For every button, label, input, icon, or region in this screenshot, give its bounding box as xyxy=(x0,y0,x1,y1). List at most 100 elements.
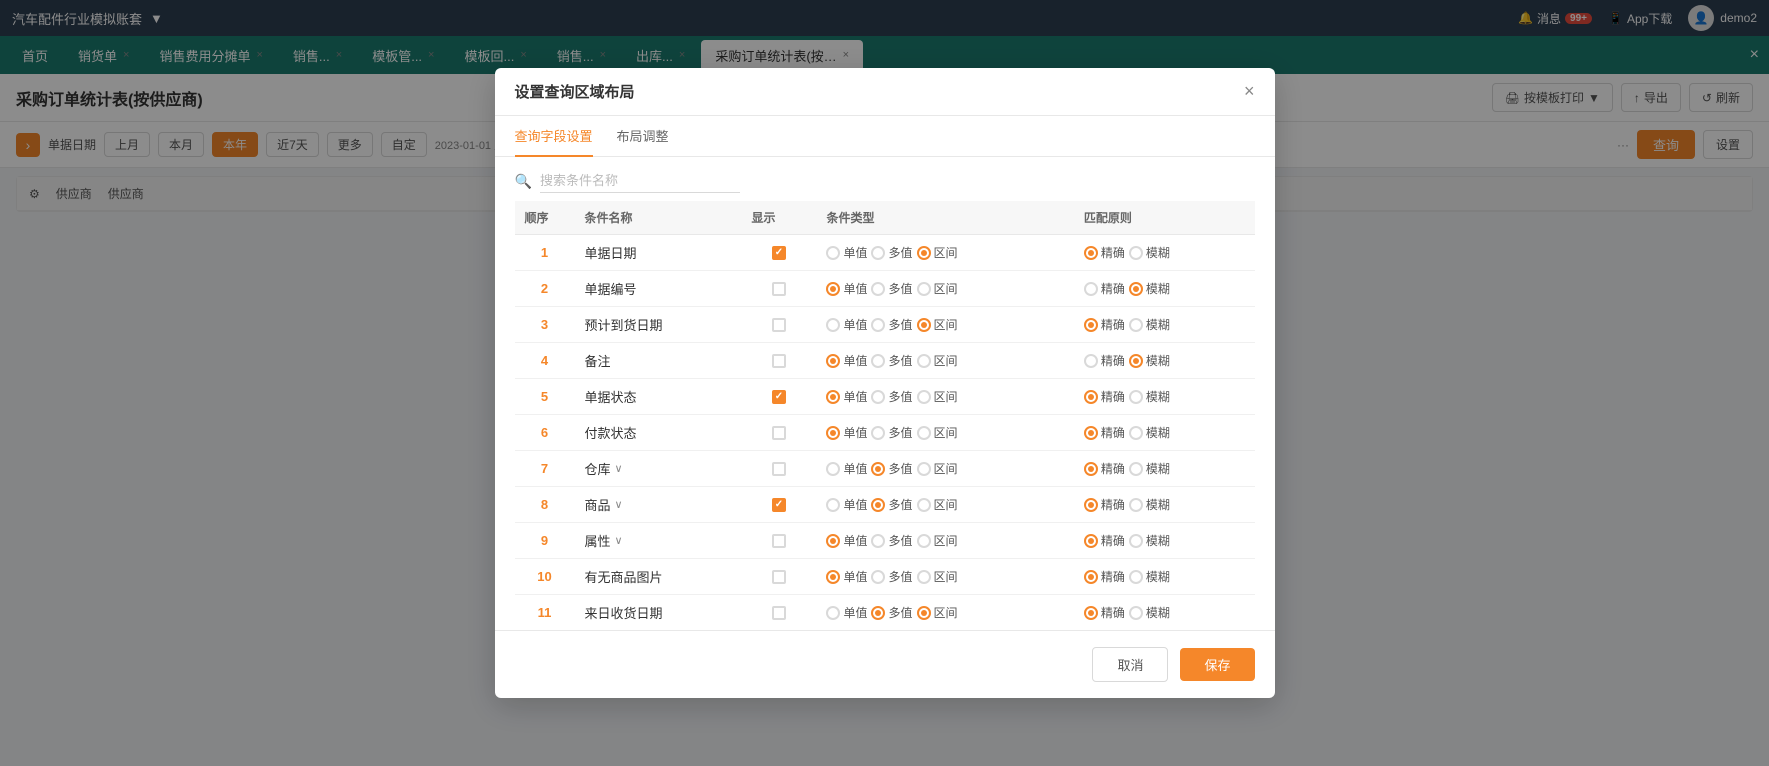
checkbox-inner-4[interactable] xyxy=(772,390,786,404)
type-range-7[interactable]: 区间 xyxy=(917,496,958,513)
tab-query-fields[interactable]: 查询字段设置 xyxy=(515,116,593,157)
checkbox-inner-6[interactable] xyxy=(772,462,786,476)
match-exact-2[interactable]: 精确 xyxy=(1084,316,1125,333)
type-single-0[interactable]: 单值 xyxy=(826,244,867,261)
display-checkbox-4[interactable] xyxy=(751,390,806,404)
type-range-8[interactable]: 区间 xyxy=(917,532,958,549)
row-display-5[interactable] xyxy=(741,415,816,451)
type-single-3[interactable]: 单值 xyxy=(826,352,867,369)
display-checkbox-9[interactable] xyxy=(751,570,806,584)
type-single-1[interactable]: 单值 xyxy=(826,280,867,297)
row-display-10[interactable] xyxy=(741,595,816,631)
match-fuzzy-1[interactable]: 模糊 xyxy=(1129,280,1170,297)
search-input[interactable] xyxy=(540,169,740,193)
display-checkbox-6[interactable] xyxy=(751,462,806,476)
row-display-7[interactable] xyxy=(741,487,816,523)
cancel-button[interactable]: 取消 xyxy=(1092,647,1168,682)
display-checkbox-3[interactable] xyxy=(751,354,806,368)
type-single-9[interactable]: 单值 xyxy=(826,568,867,585)
display-checkbox-5[interactable] xyxy=(751,426,806,440)
type-multi-6[interactable]: 多值 xyxy=(871,460,912,477)
type-single-4[interactable]: 单值 xyxy=(826,388,867,405)
type-multi-5[interactable]: 多值 xyxy=(871,424,912,441)
type-multi-7[interactable]: 多值 xyxy=(871,496,912,513)
match-exact-6[interactable]: 精确 xyxy=(1084,460,1125,477)
tab-layout[interactable]: 布局调整 xyxy=(617,116,669,157)
checkbox-inner-0[interactable] xyxy=(772,246,786,260)
checkbox-inner-7[interactable] xyxy=(772,498,786,512)
save-button[interactable]: 保存 xyxy=(1180,648,1254,681)
match-exact-0[interactable]: 精确 xyxy=(1084,244,1125,261)
row-match-5: 精确模糊 xyxy=(1074,415,1255,451)
type-multi-4[interactable]: 多值 xyxy=(871,388,912,405)
checkbox-inner-10[interactable] xyxy=(772,606,786,620)
match-exact-7[interactable]: 精确 xyxy=(1084,496,1125,513)
row-display-4[interactable] xyxy=(741,379,816,415)
checkbox-inner-8[interactable] xyxy=(772,534,786,548)
checkbox-inner-2[interactable] xyxy=(772,318,786,332)
type-single-7[interactable]: 单值 xyxy=(826,496,867,513)
display-checkbox-8[interactable] xyxy=(751,534,806,548)
modal-close-button[interactable]: × xyxy=(1244,81,1255,102)
radio-circle-type-single-2 xyxy=(826,318,840,332)
row-type-10: 单值多值区间 xyxy=(816,595,1073,631)
type-multi-10[interactable]: 多值 xyxy=(871,604,912,621)
type-single-10[interactable]: 单值 xyxy=(826,604,867,621)
match-fuzzy-8[interactable]: 模糊 xyxy=(1129,532,1170,549)
match-fuzzy-10[interactable]: 模糊 xyxy=(1129,604,1170,621)
type-range-5[interactable]: 区间 xyxy=(917,424,958,441)
match-fuzzy-3[interactable]: 模糊 xyxy=(1129,352,1170,369)
match-fuzzy-4[interactable]: 模糊 xyxy=(1129,388,1170,405)
match-fuzzy-9[interactable]: 模糊 xyxy=(1129,568,1170,585)
display-checkbox-0[interactable] xyxy=(751,246,806,260)
display-checkbox-7[interactable] xyxy=(751,498,806,512)
match-fuzzy-6[interactable]: 模糊 xyxy=(1129,460,1170,477)
type-single-2[interactable]: 单值 xyxy=(826,316,867,333)
type-range-4[interactable]: 区间 xyxy=(917,388,958,405)
type-range-6[interactable]: 区间 xyxy=(917,460,958,477)
match-fuzzy-5[interactable]: 模糊 xyxy=(1129,424,1170,441)
expand-arrow-icon[interactable]: ∨ xyxy=(615,534,623,547)
checkbox-inner-9[interactable] xyxy=(772,570,786,584)
row-display-0[interactable] xyxy=(741,235,816,271)
display-checkbox-10[interactable] xyxy=(751,606,806,620)
type-single-6[interactable]: 单值 xyxy=(826,460,867,477)
type-range-3[interactable]: 区间 xyxy=(917,352,958,369)
row-display-8[interactable] xyxy=(741,523,816,559)
row-display-3[interactable] xyxy=(741,343,816,379)
type-range-10[interactable]: 区间 xyxy=(917,604,958,621)
type-multi-9[interactable]: 多值 xyxy=(871,568,912,585)
match-exact-9[interactable]: 精确 xyxy=(1084,568,1125,585)
checkbox-inner-5[interactable] xyxy=(772,426,786,440)
match-fuzzy-2[interactable]: 模糊 xyxy=(1129,316,1170,333)
row-display-6[interactable] xyxy=(741,451,816,487)
display-checkbox-1[interactable] xyxy=(751,282,806,296)
row-display-9[interactable] xyxy=(741,559,816,595)
display-checkbox-2[interactable] xyxy=(751,318,806,332)
checkbox-inner-1[interactable] xyxy=(772,282,786,296)
match-exact-10[interactable]: 精确 xyxy=(1084,604,1125,621)
type-multi-0[interactable]: 多值 xyxy=(871,244,912,261)
type-single-8[interactable]: 单值 xyxy=(826,532,867,549)
match-exact-8[interactable]: 精确 xyxy=(1084,532,1125,549)
row-display-2[interactable] xyxy=(741,307,816,343)
type-range-1[interactable]: 区间 xyxy=(917,280,958,297)
type-range-2[interactable]: 区间 xyxy=(917,316,958,333)
row-display-1[interactable] xyxy=(741,271,816,307)
expand-arrow-icon[interactable]: ∨ xyxy=(615,498,623,511)
expand-arrow-icon[interactable]: ∨ xyxy=(615,462,623,475)
checkbox-inner-3[interactable] xyxy=(772,354,786,368)
type-range-0[interactable]: 区间 xyxy=(917,244,958,261)
match-exact-4[interactable]: 精确 xyxy=(1084,388,1125,405)
match-fuzzy-0[interactable]: 模糊 xyxy=(1129,244,1170,261)
match-exact-1[interactable]: 精确 xyxy=(1084,280,1125,297)
type-single-5[interactable]: 单值 xyxy=(826,424,867,441)
type-multi-1[interactable]: 多值 xyxy=(871,280,912,297)
type-multi-3[interactable]: 多值 xyxy=(871,352,912,369)
type-multi-8[interactable]: 多值 xyxy=(871,532,912,549)
type-range-9[interactable]: 区间 xyxy=(917,568,958,585)
type-multi-2[interactable]: 多值 xyxy=(871,316,912,333)
match-exact-5[interactable]: 精确 xyxy=(1084,424,1125,441)
match-exact-3[interactable]: 精确 xyxy=(1084,352,1125,369)
match-fuzzy-7[interactable]: 模糊 xyxy=(1129,496,1170,513)
